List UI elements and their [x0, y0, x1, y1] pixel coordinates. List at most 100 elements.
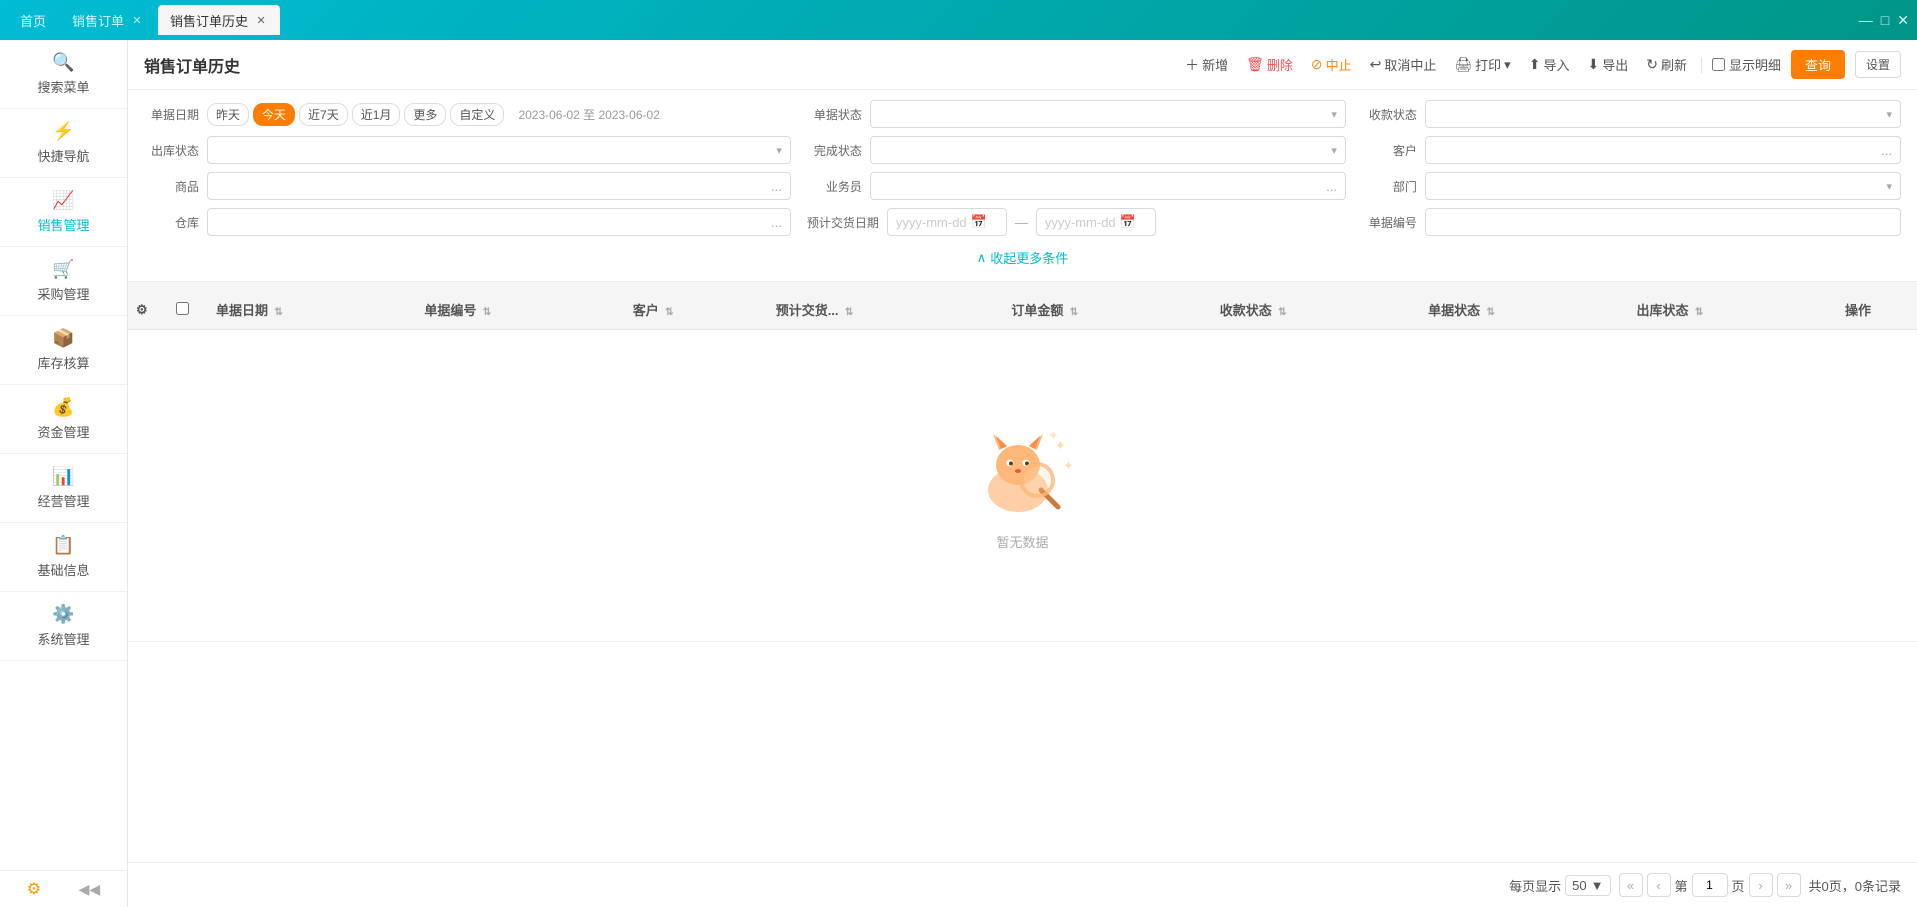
collapse-row[interactable]: ∧ 收起更多条件	[144, 244, 1901, 271]
query-button[interactable]: 查询	[1791, 50, 1845, 79]
sidebar-item-search[interactable]: 🔍 搜索菜单	[0, 40, 127, 109]
date-btn-more[interactable]: 更多	[404, 103, 446, 126]
delivery-date-end[interactable]: yyyy-mm-dd 📅	[1036, 208, 1156, 236]
order-status-select[interactable]: ▾	[870, 100, 1346, 128]
warehouse-field[interactable]: ...	[207, 208, 791, 236]
date-btn-yesterday[interactable]: 昨天	[207, 103, 249, 126]
sidebar-item-system[interactable]: ⚙️ 系统管理	[0, 592, 127, 661]
calendar-icon-1: 📅	[971, 214, 987, 230]
delete-button[interactable]: 🗑 删除	[1242, 53, 1297, 76]
sidebar-item-basic[interactable]: 📋 基础信息	[0, 523, 127, 592]
product-field[interactable]: ...	[207, 172, 791, 200]
export-label: 导出	[1602, 55, 1628, 74]
stop-button[interactable]: ⊘ 中止	[1307, 53, 1356, 76]
table-col-gear[interactable]: ⚙	[128, 290, 168, 330]
sidebar-setting-icon[interactable]: ⚙	[27, 879, 41, 899]
empty-state: ✦ ✦ ✦ 暂无数据	[136, 340, 1909, 631]
sidebar-item-purchase[interactable]: 🛒 采购管理	[0, 247, 127, 316]
sidebar-item-inventory-label: 库存核算	[37, 353, 89, 372]
export-button[interactable]: ⬇ 导出	[1583, 53, 1632, 76]
show-detail-label: 显示明细	[1729, 55, 1781, 74]
total-info: 共0页，0条记录	[1809, 876, 1901, 895]
date-btn-1month[interactable]: 近1月	[352, 103, 401, 126]
setting-button[interactable]: 设置	[1855, 51, 1901, 78]
import-button[interactable]: ⬆ 导入	[1525, 53, 1574, 76]
table-col-out-status[interactable]: 出库状态 ⇅	[1629, 290, 1837, 330]
out-status-select[interactable]: ▾	[207, 136, 791, 164]
filter-row-2: 出库状态 ▾ 完成状态 ▾ 客户 ...	[144, 136, 1901, 164]
minimize-icon[interactable]: —	[1859, 12, 1873, 28]
prev-page-icon: ‹	[1656, 878, 1660, 893]
print-button[interactable]: 🖨 打印 ▾	[1450, 53, 1514, 76]
page-size-box[interactable]: 50 ▼	[1565, 875, 1610, 896]
page-number-input[interactable]	[1692, 873, 1728, 897]
first-page-button[interactable]: «	[1619, 873, 1643, 897]
receipt-status-select[interactable]: ▾	[1425, 100, 1901, 128]
col-orderno-label: 单据编号	[424, 303, 476, 318]
quicknav-icon: ⚡	[52, 121, 74, 142]
sort-order-icon: ⇅	[1486, 307, 1494, 318]
next-page-button[interactable]: ›	[1749, 873, 1773, 897]
tab-sales-order[interactable]: 销售订单 ✕	[60, 5, 156, 35]
close-window-icon[interactable]: ✕	[1897, 12, 1909, 29]
table-col-date[interactable]: 单据日期 ⇅	[208, 290, 416, 330]
date-btn-7days[interactable]: 近7天	[299, 103, 348, 126]
out-status-arrow: ▾	[776, 144, 782, 157]
table-col-check[interactable]	[168, 290, 208, 330]
import-label: 导入	[1543, 55, 1569, 74]
sidebar-item-sales[interactable]: 📈 销售管理	[0, 178, 127, 247]
table-col-orderno[interactable]: 单据编号 ⇅	[416, 290, 624, 330]
prev-page-button[interactable]: ‹	[1647, 873, 1671, 897]
show-detail-checkbox[interactable]: 显示明细	[1712, 55, 1781, 74]
salesman-field[interactable]: ...	[870, 172, 1346, 200]
sidebar-item-operation[interactable]: 📊 经营管理	[0, 454, 127, 523]
tab-sales-order-label: 销售订单	[72, 11, 124, 30]
order-no-label: 单据编号	[1362, 214, 1417, 231]
refresh-button[interactable]: ↻ 刷新	[1642, 53, 1691, 76]
delivery-date-label: 预计交货日期	[807, 214, 879, 231]
delivery-date-start[interactable]: yyyy-mm-dd 📅	[887, 208, 1007, 236]
table-header-row: ⚙ 单据日期 ⇅ 单据编号 ⇅	[128, 290, 1917, 330]
sidebar-item-quicknav[interactable]: ⚡ 快捷导航	[0, 109, 127, 178]
sidebar-item-inventory[interactable]: 📦 库存核算	[0, 316, 127, 385]
table-col-customer[interactable]: 客户 ⇅	[625, 290, 768, 330]
sales-label: 业务员	[807, 178, 862, 195]
filter-salesman: 业务员 ...	[807, 172, 1346, 200]
table-col-order-status[interactable]: 单据状态 ⇅	[1420, 290, 1628, 330]
sort-orderno-icon: ⇅	[483, 307, 491, 318]
show-detail-check[interactable]	[1712, 58, 1725, 71]
page-size-select: 每页显示 50 ▼	[1509, 875, 1610, 896]
tab-sales-order-history-close[interactable]: ✕	[254, 13, 268, 27]
date-btn-today[interactable]: 今天	[253, 103, 295, 126]
table-col-delivery[interactable]: 预计交货... ⇅	[768, 290, 1004, 330]
sort-customer-icon: ⇅	[665, 307, 673, 318]
table-col-amount[interactable]: 订单金额 ⇅	[1003, 290, 1211, 330]
tab-home[interactable]: 首页	[8, 5, 58, 35]
sidebar-item-finance[interactable]: 💰 资金管理	[0, 385, 127, 454]
print-label: 打印	[1475, 55, 1501, 74]
filter-row-1: 单据日期 昨天 今天 近7天 近1月 更多 自定义 2023-06-02 至 2…	[144, 100, 1901, 128]
last-page-button[interactable]: »	[1777, 873, 1801, 897]
date-btn-custom[interactable]: 自定义	[450, 103, 504, 126]
tab-sales-order-history[interactable]: 销售订单历史 ✕	[158, 5, 280, 35]
tab-sales-order-close[interactable]: ✕	[130, 13, 144, 27]
date-buttons: 昨天 今天 近7天 近1月 更多 自定义	[207, 103, 504, 126]
sidebar-bottom: ⚙ ◀◀	[0, 870, 127, 907]
dept-select[interactable]: ▾	[1425, 172, 1901, 200]
filter-receipt-status: 收款状态 ▾	[1362, 100, 1901, 128]
sidebar-item-finance-label: 资金管理	[37, 422, 89, 441]
page-title: 销售订单历史	[144, 53, 240, 77]
print-dropdown-icon: ▾	[1504, 57, 1511, 73]
select-all-checkbox[interactable]	[176, 302, 189, 315]
sidebar-collapse-icon[interactable]: ◀◀	[79, 881, 101, 898]
customer-field[interactable]: ...	[1425, 136, 1901, 164]
order-no-input[interactable]	[1425, 208, 1901, 236]
maximize-icon[interactable]: □	[1881, 12, 1889, 28]
salesman-ellipsis: ...	[1326, 179, 1337, 194]
search-icon: 🔍	[52, 52, 74, 73]
cancel-stop-button[interactable]: ↩ 取消中止	[1366, 53, 1441, 76]
table-col-receipt-status[interactable]: 收款状态 ⇅	[1212, 290, 1420, 330]
add-icon: ＋	[1185, 55, 1199, 75]
complete-status-select[interactable]: ▾	[870, 136, 1346, 164]
add-button[interactable]: ＋ 新增	[1181, 53, 1232, 77]
